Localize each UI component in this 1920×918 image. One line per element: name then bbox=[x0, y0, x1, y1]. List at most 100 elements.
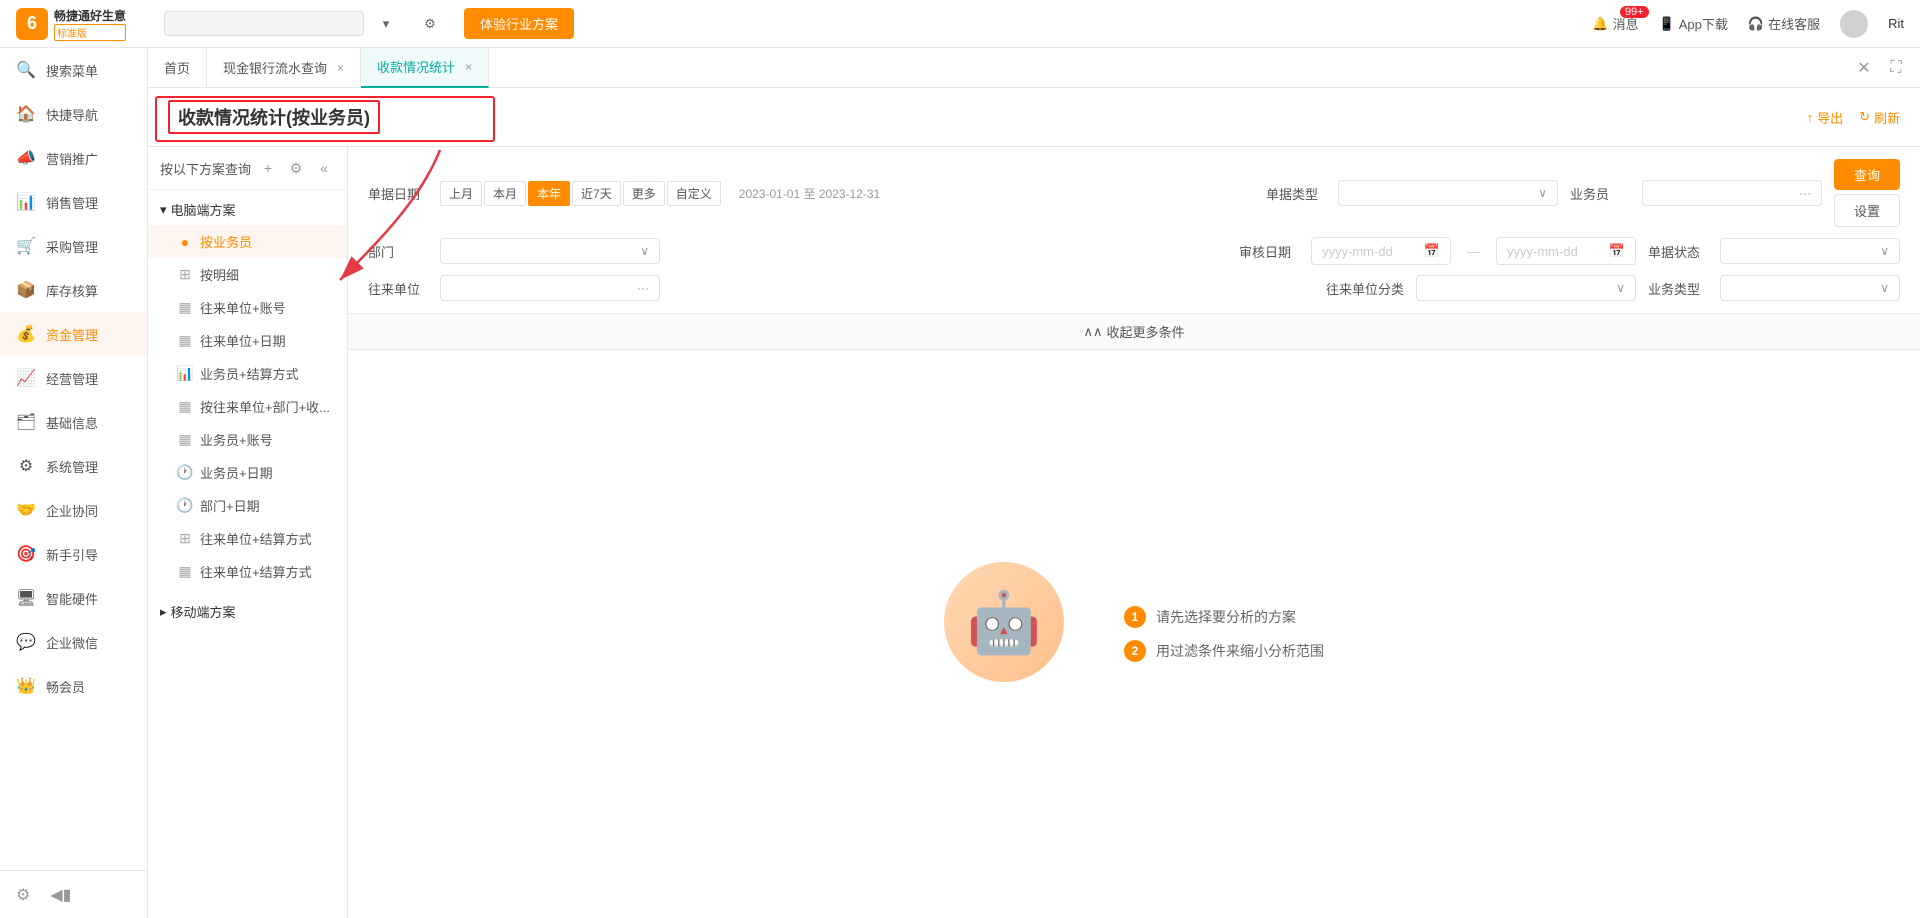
collab-icon: 🤝 bbox=[16, 500, 36, 520]
sidebar-item-inventory[interactable]: 📦 库存核算 bbox=[0, 268, 147, 312]
page-header: 收款情况统计(按业务员) ↑ 导出 ↻ 刷新 bbox=[148, 88, 1920, 147]
sidebar-item-wxwork[interactable]: 💬 企业微信 bbox=[0, 620, 147, 664]
add-scheme-icon[interactable]: + bbox=[257, 157, 279, 179]
refresh-button[interactable]: ↻ 刷新 bbox=[1859, 108, 1900, 127]
dropdown-icon[interactable]: ▾ bbox=[372, 10, 400, 38]
mobile-scheme-group-header[interactable]: ▸ 移动端方案 bbox=[148, 596, 347, 627]
export-button[interactable]: ↑ 导出 bbox=[1807, 108, 1844, 127]
tab-bar: 首页 现金银行流水查询 × 收款情况统计 × ✕ ⛶ bbox=[148, 48, 1920, 88]
calendar-icon: 📅 bbox=[1424, 243, 1440, 259]
date-tab-this-month[interactable]: 本月 bbox=[484, 181, 526, 206]
staff-more-icon[interactable]: ··· bbox=[1799, 186, 1811, 200]
dept-select[interactable]: ∨ bbox=[440, 238, 660, 264]
member-icon: 👑 bbox=[16, 676, 36, 696]
review-date-from[interactable]: yyyy-mm-dd 📅 bbox=[1311, 237, 1451, 265]
scheme-item-client-date[interactable]: ▦ 往来单位+日期 bbox=[148, 324, 347, 357]
biz-type-select[interactable]: ∨ bbox=[1720, 275, 1900, 301]
empty-robot-image: 🤖 bbox=[944, 562, 1064, 682]
scheme-item-detail[interactable]: ⊞ 按明细 bbox=[148, 258, 347, 291]
client-select[interactable]: ··· bbox=[440, 275, 660, 301]
megaphone-icon: 📣 bbox=[16, 148, 36, 168]
scheme-item-client-settle2[interactable]: ▦ 往来单位+结算方式 bbox=[148, 555, 347, 588]
tab-home[interactable]: 首页 bbox=[148, 48, 207, 88]
scheme-settings-icon[interactable]: ⚙ bbox=[285, 157, 307, 179]
sidebar-settings-icon[interactable]: ⚙ bbox=[16, 885, 30, 905]
review-date-to[interactable]: yyyy-mm-dd 📅 bbox=[1496, 237, 1636, 265]
tab1-close-icon[interactable]: × bbox=[337, 61, 344, 75]
sidebar-item-search[interactable]: 🔍 搜索菜单 bbox=[0, 48, 147, 92]
user-name[interactable]: Rit bbox=[1888, 16, 1904, 31]
scheme-item-client-settle1[interactable]: ⊞ 往来单位+结算方式 bbox=[148, 522, 347, 555]
status-select[interactable]: ∨ bbox=[1720, 238, 1900, 264]
window-maximize-icon[interactable]: ⛶ bbox=[1880, 52, 1912, 84]
gear-icon[interactable]: ⚙ bbox=[416, 10, 444, 38]
app-download-button[interactable]: 📱 App下载 bbox=[1659, 14, 1728, 33]
sidebar-item-basicinfo[interactable]: 🗂 基础信息 bbox=[0, 400, 147, 444]
scheme-item-staff-settle[interactable]: 📊 业务员+结算方式 bbox=[148, 357, 347, 390]
staff-select[interactable]: ··· bbox=[1642, 180, 1822, 206]
sidebar-item-sales[interactable]: 📊 销售管理 bbox=[0, 180, 147, 224]
sidebar-item-guide[interactable]: 🎯 新手引导 bbox=[0, 532, 147, 576]
date-tab-7days[interactable]: 近7天 bbox=[572, 181, 621, 206]
query-button[interactable]: 查询 bbox=[1834, 159, 1900, 190]
tab-payment-stats[interactable]: 收款情况统计 × bbox=[361, 48, 489, 88]
scheme-item-client-dept[interactable]: ▦ 按往来单位+部门+收... bbox=[148, 390, 347, 423]
type-select-arrow: ∨ bbox=[1538, 186, 1547, 200]
staff-date-icon: 🕐 bbox=[176, 464, 194, 482]
date-tabs: 上月 本月 本年 近7天 更多 自定义 bbox=[440, 181, 721, 206]
collapse-panel-icon[interactable]: « bbox=[313, 157, 335, 179]
filter-panel-actions: + ⚙ « bbox=[257, 157, 335, 179]
tab-bank-statement[interactable]: 现金银行流水查询 × bbox=[207, 48, 361, 88]
notification-button[interactable]: 🔔 消息 99+ bbox=[1592, 14, 1638, 33]
sidebar-item-operations[interactable]: 📈 经营管理 bbox=[0, 356, 147, 400]
online-service-button[interactable]: 🎧 在线客服 bbox=[1748, 14, 1820, 33]
scheme-item-dept-date[interactable]: 🕐 部门+日期 bbox=[148, 489, 347, 522]
empty-step-2: 2 用过滤条件来缩小分析范围 bbox=[1124, 640, 1324, 662]
settings-icon: ⚙ bbox=[16, 456, 36, 476]
date-tab-custom[interactable]: 自定义 bbox=[667, 181, 721, 206]
sidebar: 🔍 搜索菜单 🏠 快捷导航 📣 营销推广 📊 销售管理 🛒 采购管理 📦 库存核… bbox=[0, 48, 148, 918]
sidebar-item-finance[interactable]: 💰 资金管理 bbox=[0, 312, 147, 356]
sidebar-bottom: ⚙ ◀▮ bbox=[0, 870, 147, 918]
sidebar-item-quicknav[interactable]: 🏠 快捷导航 bbox=[0, 92, 147, 136]
tab2-close-icon[interactable]: × bbox=[465, 60, 472, 74]
logo-text: 畅捷通好生意 标准版 bbox=[54, 7, 126, 41]
sidebar-item-purchase[interactable]: 🛒 采购管理 bbox=[0, 224, 147, 268]
scheme-item-client-account[interactable]: ▦ 往来单位+账号 bbox=[148, 291, 347, 324]
client-category-select[interactable]: ∨ bbox=[1416, 275, 1636, 301]
scheme-item-staff-date[interactable]: 🕐 业务员+日期 bbox=[148, 456, 347, 489]
type-select[interactable]: ∨ bbox=[1338, 180, 1558, 206]
sidebar-item-collab[interactable]: 🤝 企业协同 bbox=[0, 488, 147, 532]
settings-button[interactable]: 设置 bbox=[1834, 194, 1900, 227]
window-close-icon[interactable]: ✕ bbox=[1848, 52, 1880, 84]
collapse-area: ∧∧ 收起更多条件 bbox=[348, 314, 1920, 350]
pc-scheme-group-header[interactable]: ▾ 电脑端方案 bbox=[148, 194, 347, 225]
finance-icon: 💰 bbox=[16, 324, 36, 344]
sidebar-item-sysmanage[interactable]: ⚙ 系统管理 bbox=[0, 444, 147, 488]
sidebar-item-hardware[interactable]: 🖥 智能硬件 bbox=[0, 576, 147, 620]
status-select-arrow: ∨ bbox=[1880, 244, 1889, 258]
sidebar-item-marketing[interactable]: 📣 营销推广 bbox=[0, 136, 147, 180]
guide-icon: 🎯 bbox=[16, 544, 36, 564]
sidebar-collapse-icon[interactable]: ◀▮ bbox=[50, 885, 71, 905]
client-category-label: 往来单位分类 bbox=[1326, 279, 1404, 298]
collapse-button[interactable]: ∧∧ 收起更多条件 bbox=[1083, 314, 1184, 349]
home-icon: 🏠 bbox=[16, 104, 36, 124]
sidebar-item-member[interactable]: 👑 畅会员 bbox=[0, 664, 147, 708]
date-tab-this-year[interactable]: 本年 bbox=[528, 181, 570, 206]
user-avatar[interactable] bbox=[1840, 10, 1868, 38]
scheme-item-staff-account[interactable]: ▦ 业务员+账号 bbox=[148, 423, 347, 456]
refresh-icon: ↻ bbox=[1859, 109, 1870, 125]
query-row-1: 单据日期 上月 本月 本年 近7天 更多 自定义 2023-01-01 至 20… bbox=[368, 159, 1900, 227]
cart-icon: 🛒 bbox=[16, 236, 36, 256]
client-more-icon[interactable]: ··· bbox=[637, 281, 649, 295]
logo-area: 6 畅捷通好生意 标准版 bbox=[16, 7, 164, 41]
client-account-icon: ▦ bbox=[176, 299, 194, 317]
trial-button[interactable]: 体验行业方案 bbox=[464, 8, 574, 39]
date-tab-more[interactable]: 更多 bbox=[623, 181, 665, 206]
search-input[interactable] bbox=[164, 11, 364, 36]
scheme-item-by-staff[interactable]: ● 按业务员 bbox=[148, 225, 347, 258]
client-dept-icon: ▦ bbox=[176, 398, 194, 416]
date-tab-last-month[interactable]: 上月 bbox=[440, 181, 482, 206]
client-settle1-icon: ⊞ bbox=[176, 530, 194, 548]
